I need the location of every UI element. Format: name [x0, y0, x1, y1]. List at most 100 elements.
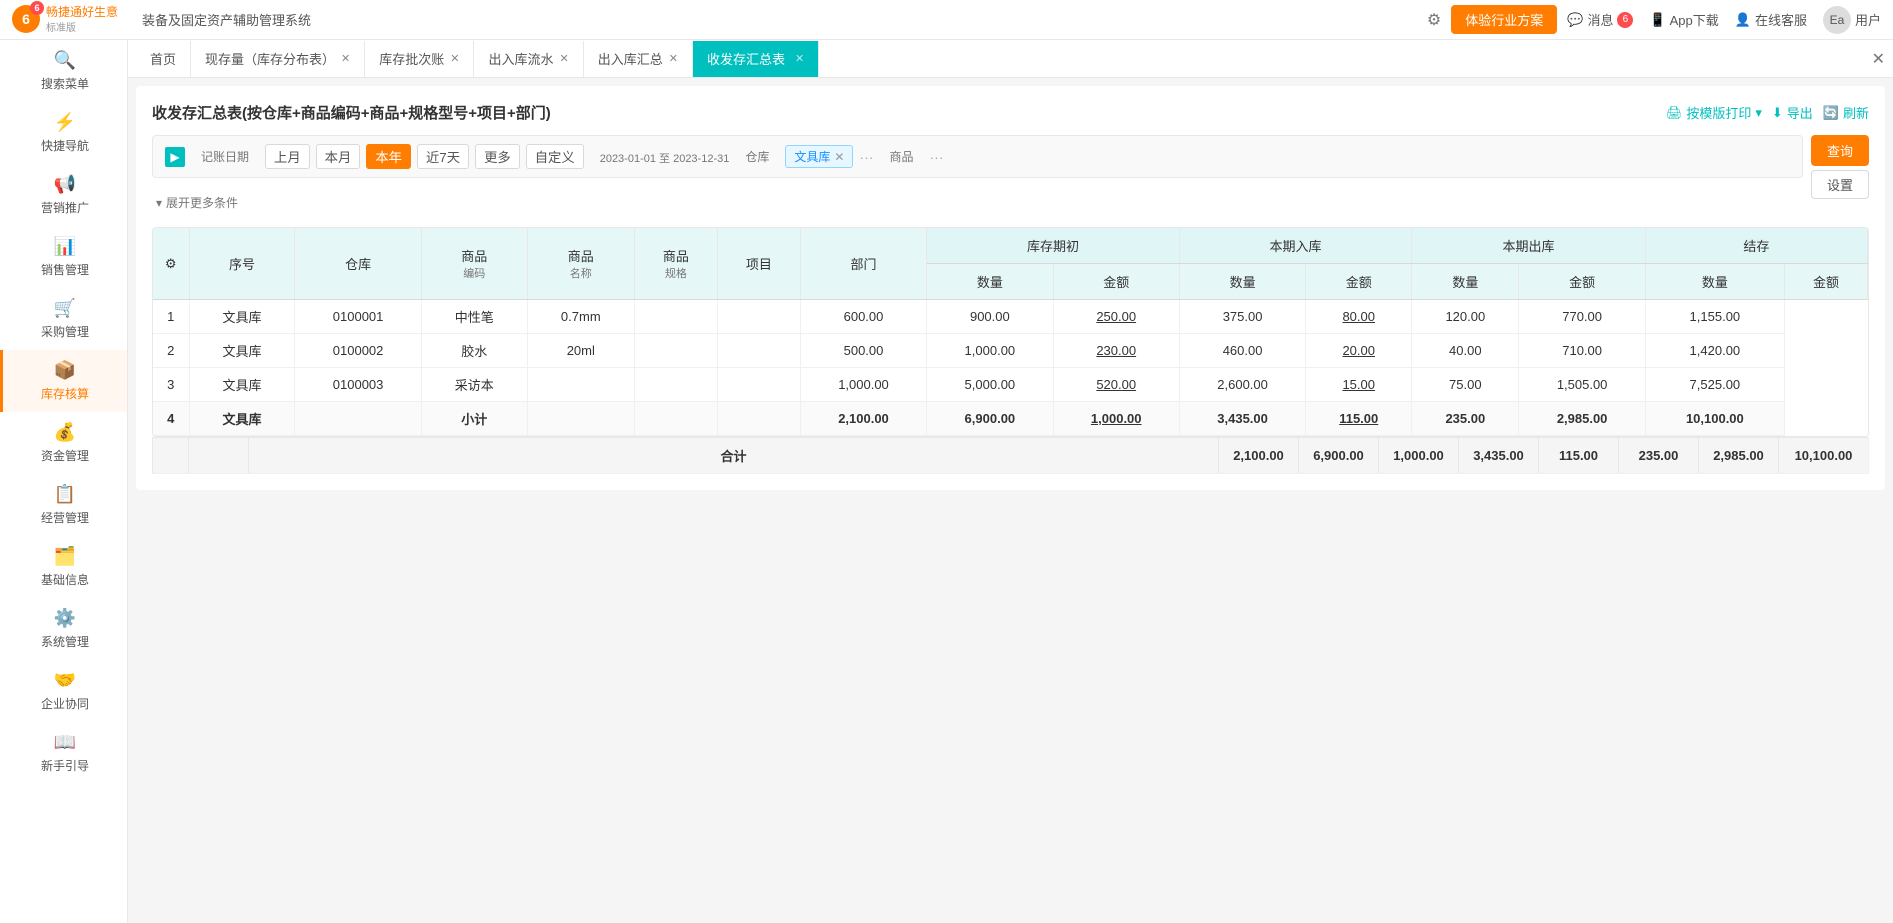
- export-button[interactable]: ⬇ 导出: [1772, 103, 1813, 122]
- sidebar-item-basic[interactable]: 🗂️ 基础信息: [0, 536, 127, 598]
- cell-out-qty[interactable]: 15.00: [1306, 368, 1412, 402]
- cell-out-qty[interactable]: 20.00: [1306, 334, 1412, 368]
- message-button[interactable]: 💬 消息 6: [1567, 10, 1633, 29]
- message-badge: 6: [1617, 12, 1633, 28]
- footer-placeholder: [153, 438, 189, 474]
- close-icon[interactable]: ✕: [795, 52, 804, 65]
- table-config-icon[interactable]: ⚙: [153, 228, 189, 300]
- cell-warehouse: 文具库: [189, 334, 295, 368]
- col-header-opening: 库存期初: [927, 228, 1180, 264]
- refresh-button[interactable]: 🔄 刷新: [1823, 103, 1869, 122]
- tab-batch[interactable]: 库存批次账 ✕: [365, 41, 474, 77]
- sidebar-item-operation[interactable]: 📋 经营管理: [0, 474, 127, 536]
- date-btn-this-year[interactable]: 本年: [366, 144, 411, 169]
- col-header-code: 商品编码: [421, 228, 527, 300]
- expand-more-button[interactable]: ▾ 展开更多条件: [156, 194, 1799, 211]
- tab-home[interactable]: 首页: [136, 41, 191, 77]
- cell-dept: [717, 334, 800, 368]
- logo-icon: 6 6: [12, 5, 40, 33]
- warehouse-more-icon[interactable]: ···: [859, 149, 873, 165]
- col-sub-open-qty: 数量: [927, 264, 1053, 300]
- tab-close-all[interactable]: ✕: [1872, 49, 1893, 69]
- date-btn-7days[interactable]: 近7天: [417, 144, 469, 169]
- cell-open-qty: 500.00: [800, 334, 926, 368]
- cell-dept: [717, 402, 800, 436]
- cell-project: [634, 334, 717, 368]
- cell-bal-qty: 2,985.00: [1519, 402, 1645, 436]
- cell-code: 0100001: [295, 300, 421, 334]
- sidebar-item-guide[interactable]: 📖 新手引导: [0, 722, 127, 784]
- sidebar-item-inventory[interactable]: 📦 库存核算: [0, 350, 127, 412]
- date-btn-last-month[interactable]: 上月: [265, 144, 310, 169]
- cell-in-qty[interactable]: 250.00: [1053, 300, 1179, 334]
- date-btn-custom[interactable]: 自定义: [526, 144, 584, 169]
- cell-in-amt: 2,600.00: [1179, 368, 1305, 402]
- cell-open-qty: 2,100.00: [800, 402, 926, 436]
- tab-stock-dist[interactable]: 现存量（库存分布表） ✕: [191, 41, 365, 77]
- avatar: Ea: [1823, 6, 1851, 34]
- cell-no: 3: [153, 368, 189, 402]
- chevron-down-icon: ▾: [156, 196, 162, 210]
- tab-inout-summary[interactable]: 出入库汇总 ✕: [584, 41, 693, 77]
- cell-out-amt: 75.00: [1412, 368, 1519, 402]
- date-btn-more[interactable]: 更多: [475, 144, 520, 169]
- cell-spec: [527, 402, 634, 436]
- user-button[interactable]: Ea 用户: [1823, 6, 1881, 34]
- col-header-spec: 商品规格: [634, 228, 717, 300]
- footer-label: 合计: [249, 438, 1219, 474]
- cell-open-qty: 1,000.00: [800, 368, 926, 402]
- sidebar-item-purchase[interactable]: 🛒 采购管理: [0, 288, 127, 350]
- footer-in-amt: 3,435.00: [1459, 438, 1539, 474]
- print-button[interactable]: 🖨 按模版打印 ▾: [1666, 103, 1762, 122]
- tab-inout-flow[interactable]: 出入库流水 ✕: [474, 41, 583, 77]
- close-icon[interactable]: ✕: [341, 52, 350, 65]
- subtotal-row: 4 文具库 小计 2,100.00 6,900.00 1,000.0: [153, 402, 1868, 436]
- settings-button[interactable]: 设置: [1811, 170, 1869, 199]
- search-icon: 🔍: [54, 50, 76, 71]
- app-download-button[interactable]: 📱 App下载: [1649, 10, 1718, 29]
- online-service-button[interactable]: 👤 在线客服: [1735, 10, 1807, 29]
- tab-recv-send[interactable]: 收发存汇总表 ✕: [693, 41, 819, 77]
- close-icon[interactable]: ✕: [669, 52, 678, 65]
- cell-out-qty[interactable]: 80.00: [1306, 300, 1412, 334]
- cell-code: 0100003: [295, 368, 421, 402]
- top-bar: 6 6 畅捷通好生意 标准版 装备及固定资产辅助管理系统 ⚙ 体验行业方案 💬 …: [0, 0, 1893, 40]
- warehouse-remove-icon[interactable]: ✕: [834, 150, 844, 164]
- query-button[interactable]: 查询: [1811, 135, 1869, 166]
- try-button[interactable]: 体验行业方案: [1451, 5, 1557, 34]
- sidebar-item-marketing[interactable]: 📢 营销推广: [0, 164, 127, 226]
- sidebar-item-sales[interactable]: 📊 销售管理: [0, 226, 127, 288]
- filter-expand-icon[interactable]: ▶: [165, 147, 185, 167]
- warehouse-tag[interactable]: 文具库 ✕: [785, 145, 853, 168]
- cell-name: 中性笔: [421, 300, 527, 334]
- cell-out-qty: 115.00: [1306, 402, 1412, 436]
- sidebar-item-quick[interactable]: ⚡ 快捷导航: [0, 102, 127, 164]
- close-icon[interactable]: ✕: [560, 52, 569, 65]
- sidebar-item-finance[interactable]: 💰 资金管理: [0, 412, 127, 474]
- inventory-icon: 📦: [54, 360, 76, 381]
- footer-placeholder2: [189, 438, 249, 474]
- data-table: ⚙ 序号 仓库 商品编码 商品名称 商品规格 项目 部门 库存期初 本期入库: [153, 228, 1868, 436]
- cell-bal-amt: 1,155.00: [1645, 300, 1784, 334]
- goods-more-icon[interactable]: ···: [929, 149, 943, 165]
- operation-icon: 📋: [54, 484, 76, 505]
- cell-open-qty: 600.00: [800, 300, 926, 334]
- cell-in-qty[interactable]: 520.00: [1053, 368, 1179, 402]
- finance-icon: 💰: [54, 422, 76, 443]
- settings-icon[interactable]: ⚙: [1427, 10, 1441, 30]
- page-header: 收发存汇总表(按仓库+商品编码+商品+规格型号+项目+部门) 🖨 按模版打印 ▾…: [152, 102, 1869, 123]
- date-btn-this-month[interactable]: 本月: [316, 144, 361, 169]
- table-row: 1 文具库 0100001 中性笔 0.7mm 600.00 900.00: [153, 300, 1868, 334]
- sidebar-item-search[interactable]: 🔍 搜索菜单: [0, 40, 127, 102]
- sidebar-item-system[interactable]: ⚙️ 系统管理: [0, 598, 127, 660]
- sidebar-item-enterprise[interactable]: 🤝 企业协同: [0, 660, 127, 722]
- cell-bal-amt: 7,525.00: [1645, 368, 1784, 402]
- col-header-project: 项目: [717, 228, 800, 300]
- phone-icon: 📱: [1649, 12, 1665, 28]
- date-range: 2023-01-01 至 2023-12-31: [600, 150, 730, 166]
- cell-spec: [527, 368, 634, 402]
- close-icon[interactable]: ✕: [450, 52, 459, 65]
- cell-in-qty[interactable]: 230.00: [1053, 334, 1179, 368]
- page-wrapper: 收发存汇总表(按仓库+商品编码+商品+规格型号+项目+部门) 🖨 按模版打印 ▾…: [136, 86, 1885, 490]
- cell-no: 4: [153, 402, 189, 436]
